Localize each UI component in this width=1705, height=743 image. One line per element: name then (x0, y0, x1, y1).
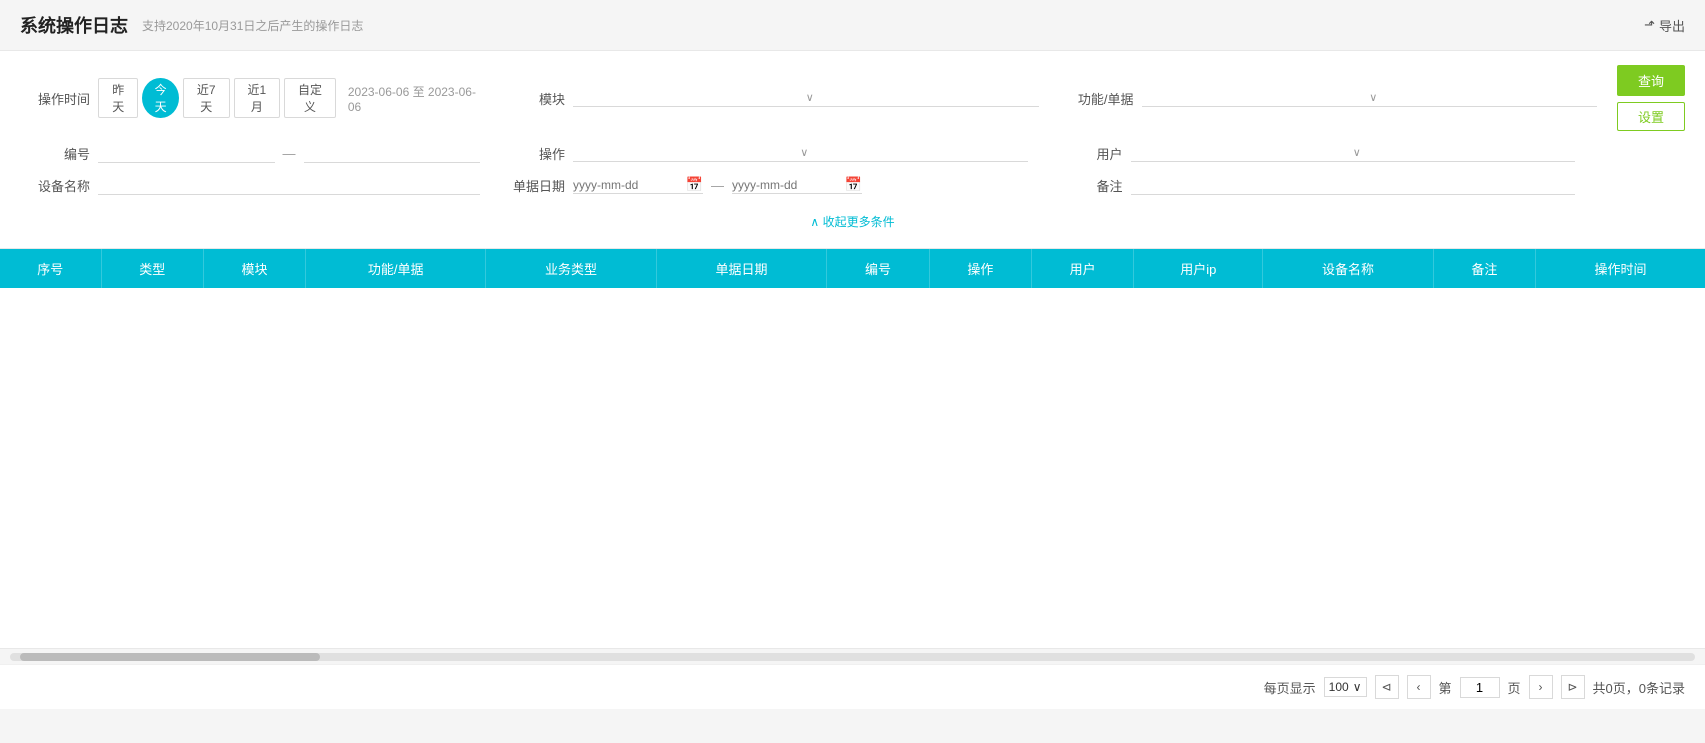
function-chevron-icon: ∨ (1369, 91, 1593, 104)
time-filter-group: 操作时间 昨天 今天 近7天 近1月 自定义 2023-06-06 至 2023… (20, 78, 480, 118)
table-empty-area (0, 288, 1705, 648)
voucher-date-filter-col: 单据日期 📅 — 📅 (500, 176, 1028, 195)
date-to-input[interactable] (732, 178, 843, 192)
col-user-ip: 用户ip (1134, 249, 1263, 288)
number-dash: — (283, 146, 296, 161)
collapse-bar[interactable]: ∧ 收起更多条件 (20, 207, 1685, 240)
time-btn-yesterday[interactable]: 昨天 (98, 78, 138, 118)
col-number: 编号 (827, 249, 929, 288)
page-header: 系统操作日志 支持2020年10月31日之后产生的操作日志 ⬏ 导出 (0, 0, 1705, 51)
date-from-input[interactable] (573, 178, 684, 192)
col-module: 模块 (203, 249, 305, 288)
table-header: 序号 类型 模块 功能/单据 业务类型 单据日期 编号 操作 用户 用户ip 设… (0, 249, 1705, 288)
action-buttons: 查询 设置 (1617, 65, 1685, 131)
page-size-chevron-icon: ∨ (1353, 680, 1362, 694)
time-filter-label: 操作时间 (20, 89, 90, 108)
time-range-text: 2023-06-06 至 2023-06-06 (348, 83, 480, 114)
scrollbar-thumb[interactable] (20, 653, 320, 661)
number-label: 编号 (20, 144, 90, 163)
user-label: 用户 (1048, 144, 1123, 163)
settings-button[interactable]: 设置 (1617, 102, 1685, 131)
per-page-label: 每页显示 (1264, 678, 1316, 697)
time-buttons: 昨天 今天 近7天 近1月 自定义 2023-06-06 至 2023-06-0… (98, 78, 480, 118)
col-remark: 备注 (1433, 249, 1535, 288)
calendar-from-icon[interactable]: 📅 (686, 176, 703, 193)
col-type: 类型 (101, 249, 203, 288)
last-page-button[interactable]: ⊳ (1561, 675, 1585, 699)
device-input[interactable] (98, 175, 480, 195)
function-select[interactable]: ∨ (1142, 89, 1598, 107)
table-header-row: 序号 类型 模块 功能/单据 业务类型 单据日期 编号 操作 用户 用户ip 设… (0, 249, 1705, 288)
calendar-to-icon[interactable]: 📅 (845, 176, 862, 193)
page-size-select[interactable]: 100 ∨ (1324, 677, 1367, 697)
remark-label: 备注 (1048, 176, 1123, 195)
filter-area: 操作时间 昨天 今天 近7天 近1月 自定义 2023-06-06 至 2023… (0, 51, 1705, 249)
collapse-icon: ∧ (810, 215, 819, 229)
time-btn-1month[interactable]: 近1月 (234, 78, 281, 118)
col-voucher-date: 单据日期 (656, 249, 827, 288)
col-op-time: 操作时间 (1536, 249, 1705, 288)
operation-chevron-icon: ∨ (800, 146, 1023, 159)
function-label: 功能/单据 (1059, 89, 1134, 108)
date-to-wrap: 📅 (732, 176, 862, 194)
operation-label: 操作 (500, 144, 565, 163)
operation-filter-col: 操作 ∨ (500, 144, 1028, 163)
remark-input[interactable] (1131, 175, 1576, 195)
page-label: 第 (1439, 678, 1452, 697)
col-biz-type: 业务类型 (486, 249, 657, 288)
user-select[interactable]: ∨ (1131, 144, 1576, 162)
operation-select[interactable]: ∨ (573, 144, 1028, 162)
function-filter-col: 功能/单据 ∨ (1059, 89, 1598, 108)
first-page-button[interactable]: ⊲ (1375, 675, 1399, 699)
page-size-value: 100 (1329, 680, 1349, 694)
number-to-input[interactable] (304, 143, 481, 163)
user-filter-col: 用户 ∨ (1048, 144, 1576, 163)
data-table: 序号 类型 模块 功能/单据 业务类型 单据日期 编号 操作 用户 用户ip 设… (0, 249, 1705, 288)
remark-filter-col: 备注 (1048, 175, 1576, 195)
module-filter-col: 模块 ∨ (500, 89, 1039, 108)
module-chevron-icon: ∨ (806, 91, 1035, 104)
time-btn-custom[interactable]: 自定义 (284, 78, 336, 118)
col-function: 功能/单据 (306, 249, 486, 288)
number-filter-group: 编号 — (20, 143, 480, 163)
pagination-bar: 每页显示 100 ∨ ⊲ ‹ 第 页 › ⊳ 共0页，0条记录 (0, 664, 1705, 709)
col-index: 序号 (0, 249, 101, 288)
query-button[interactable]: 查询 (1617, 65, 1685, 96)
date-from-wrap: 📅 (573, 176, 703, 194)
next-page-button[interactable]: › (1529, 675, 1553, 699)
time-btn-7days[interactable]: 近7天 (183, 78, 230, 118)
total-info: 共0页，0条记录 (1593, 678, 1685, 697)
filter-row-1: 操作时间 昨天 今天 近7天 近1月 自定义 2023-06-06 至 2023… (20, 65, 1685, 131)
export-label: 导出 (1659, 16, 1685, 35)
page-number-input[interactable] (1460, 677, 1500, 698)
date-dash: — (711, 178, 724, 193)
page-unit: 页 (1508, 678, 1521, 697)
user-chevron-icon: ∨ (1353, 146, 1571, 159)
page-title: 系统操作日志 (20, 12, 128, 38)
voucher-date-label: 单据日期 (500, 176, 565, 195)
col-device: 设备名称 (1263, 249, 1434, 288)
filter-row-3: 设备名称 单据日期 📅 — 📅 备注 (20, 175, 1685, 195)
filter-row-2: 编号 — 操作 ∨ 用户 ∨ (20, 143, 1685, 163)
collapse-label: 收起更多条件 (823, 213, 895, 230)
module-label: 模块 (500, 89, 565, 108)
number-from-input[interactable] (98, 143, 275, 163)
prev-page-button[interactable]: ‹ (1407, 675, 1431, 699)
scrollbar-area (0, 648, 1705, 664)
time-btn-today[interactable]: 今天 (142, 78, 178, 118)
col-operation: 操作 (929, 249, 1031, 288)
device-label: 设备名称 (20, 176, 90, 195)
export-button[interactable]: ⬏ 导出 (1644, 16, 1685, 35)
export-icon: ⬏ (1644, 17, 1655, 33)
scrollbar-track[interactable] (10, 653, 1695, 661)
device-filter-group: 设备名称 (20, 175, 480, 195)
number-range: — (98, 143, 480, 163)
col-user: 用户 (1032, 249, 1134, 288)
module-select[interactable]: ∨ (573, 89, 1039, 107)
page-subtitle: 支持2020年10月31日之后产生的操作日志 (142, 17, 363, 34)
table-area: 序号 类型 模块 功能/单据 业务类型 单据日期 编号 操作 用户 用户ip 设… (0, 249, 1705, 648)
